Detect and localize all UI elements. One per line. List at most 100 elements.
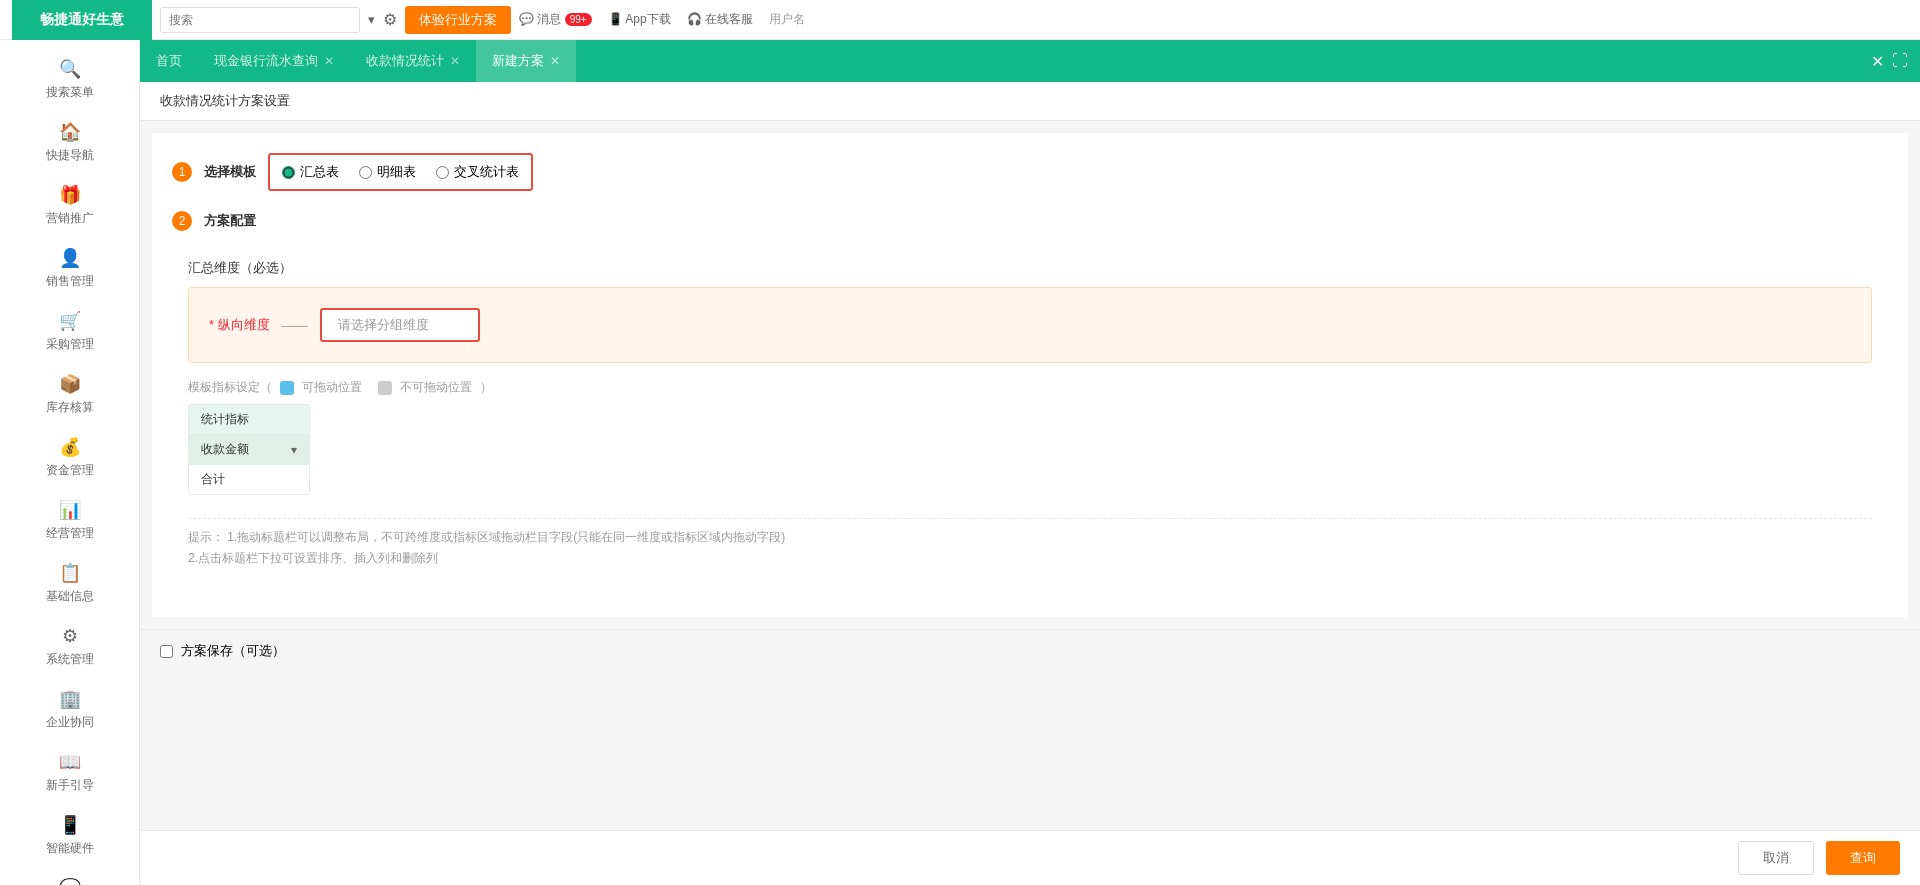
- main-layout: 🔍 搜索菜单 🏠 快捷导航 🎁 营销推广 👤 销售管理 🛒 采购管理 📦 库存核…: [0, 40, 1920, 885]
- tab-bar: 首页 现金银行流水查询 ✕ 收款情况统计 ✕ 新建方案 ✕ ✕ ⛶: [140, 40, 1920, 82]
- cancel-button[interactable]: 取消: [1738, 841, 1814, 875]
- step2-section: 2 方案配置 汇总维度（必选） * 纵向维度 —— 请选择分组维度: [172, 211, 1888, 597]
- tab-receipt-stats-close[interactable]: ✕: [450, 54, 460, 68]
- template-selection: 汇总表 明细表 交叉统计表: [268, 153, 533, 191]
- sidebar-label-operations: 经营管理: [46, 525, 94, 542]
- radio-summary-input[interactable]: [282, 166, 295, 179]
- gift-icon: 🎁: [59, 184, 81, 206]
- radio-cross-label: 交叉统计表: [454, 163, 519, 181]
- user-icon: 👤: [59, 247, 81, 269]
- sidebar-item-quick-nav[interactable]: 🏠 快捷导航: [0, 111, 139, 174]
- radio-cross-input[interactable]: [436, 166, 449, 179]
- radio-cross[interactable]: 交叉统计表: [436, 163, 519, 181]
- sidebar-label-hardware: 智能硬件: [46, 840, 94, 857]
- hint-2: 2.点击标题栏下拉可设置排序、插入列和删除列: [188, 550, 1872, 567]
- content-area: 首页 现金银行流水查询 ✕ 收款情况统计 ✕ 新建方案 ✕ ✕ ⛶ 收款情况统计…: [140, 40, 1920, 885]
- sidebar-item-guide[interactable]: 📖 新手引导: [0, 741, 139, 804]
- dim-title: 汇总维度（必选）: [188, 259, 1872, 277]
- radio-summary-label: 汇总表: [300, 163, 339, 181]
- page-content: 收款情况统计方案设置 1 选择模板 汇总表 明细表: [140, 82, 1920, 830]
- radio-summary[interactable]: 汇总表: [282, 163, 339, 181]
- logo: 畅捷通好生意: [12, 0, 152, 40]
- save-checkbox[interactable]: [160, 645, 173, 658]
- stats-col-dropdown-icon[interactable]: ▾: [291, 443, 297, 457]
- sidebar-label-marketing: 营销推广: [46, 210, 94, 227]
- building-icon: 🏢: [59, 688, 81, 710]
- vertical-dim-row: * 纵向维度 —— 请选择分组维度: [209, 308, 1851, 342]
- app-download[interactable]: 📱 App下载: [608, 11, 671, 28]
- tab-bank-flow[interactable]: 现金银行流水查询 ✕: [198, 40, 350, 82]
- sidebar-item-inventory[interactable]: 📦 库存核算: [0, 363, 139, 426]
- step1-badge: 1: [172, 162, 192, 182]
- sidebar-item-purchase[interactable]: 🛒 采购管理: [0, 300, 139, 363]
- sidebar-label-enterprise: 企业协同: [46, 714, 94, 731]
- query-button[interactable]: 查询: [1826, 841, 1900, 875]
- step2-label: 方案配置: [204, 212, 256, 230]
- top-bar: 畅捷通好生意 ▾ ⚙ 体验行业方案 💬 消息 99+ 📱 App下载 🎧 在线客…: [0, 0, 1920, 40]
- sidebar-label-quick-nav: 快捷导航: [46, 147, 94, 164]
- sidebar-label-guide: 新手引导: [46, 777, 94, 794]
- sidebar-label-system: 系统管理: [46, 651, 94, 668]
- step2-header: 2 方案配置: [172, 211, 1888, 231]
- save-label[interactable]: 方案保存（可选）: [181, 642, 285, 660]
- box-icon: 📦: [59, 373, 81, 395]
- sidebar-label-basic-info: 基础信息: [46, 588, 94, 605]
- sidebar-item-hardware[interactable]: 📱 智能硬件: [0, 804, 139, 867]
- sidebar-item-finance[interactable]: 💰 资金管理: [0, 426, 139, 489]
- sidebar-item-basic-info[interactable]: 📋 基础信息: [0, 552, 139, 615]
- user-info[interactable]: 用户名: [769, 11, 805, 28]
- drag-dot-blue: [280, 381, 294, 395]
- radio-detail[interactable]: 明细表: [359, 163, 416, 181]
- sidebar-item-marketing[interactable]: 🎁 营销推广: [0, 174, 139, 237]
- sidebar-item-sales[interactable]: 👤 销售管理: [0, 237, 139, 300]
- tab-bank-flow-label: 现金银行流水查询: [214, 52, 318, 70]
- sidebar-item-system[interactable]: ⚙ 系统管理: [0, 615, 139, 678]
- search-icon: 🔍: [59, 58, 81, 80]
- stats-header: 统计指标: [189, 405, 309, 435]
- tab-receipt-stats-label: 收款情况统计: [366, 52, 444, 70]
- tab-new-plan-close[interactable]: ✕: [550, 54, 560, 68]
- stats-body: 合计: [189, 465, 309, 494]
- book-icon: 📖: [59, 751, 81, 773]
- radio-detail-input[interactable]: [359, 166, 372, 179]
- step1-row: 1 选择模板 汇总表 明细表 交叉统计表: [172, 153, 1888, 191]
- tab-bank-flow-close[interactable]: ✕: [324, 54, 334, 68]
- sidebar-item-enterprise[interactable]: 🏢 企业协同: [0, 678, 139, 741]
- step2-badge: 2: [172, 211, 192, 231]
- notification-area[interactable]: 💬 消息 99+: [519, 11, 592, 28]
- tab-home[interactable]: 首页: [140, 40, 198, 82]
- notification-badge: 99+: [565, 13, 592, 26]
- footer-bar: 取消 查询: [140, 830, 1920, 885]
- page-title: 收款情况统计方案设置: [160, 93, 290, 108]
- radio-detail-label: 明细表: [377, 163, 416, 181]
- no-drag-label: 不可拖动位置: [400, 379, 472, 396]
- tab-expand-icon[interactable]: ⛶: [1892, 52, 1908, 70]
- save-section: 方案保存（可选）: [140, 629, 1920, 672]
- stats-col-header[interactable]: 收款金额 ▾: [189, 435, 309, 465]
- cart-icon: 🛒: [59, 310, 81, 332]
- sidebar-item-search-menu[interactable]: 🔍 搜索菜单: [0, 48, 139, 111]
- online-chat[interactable]: 🎧 在线客服: [687, 11, 753, 28]
- tab-close-all-icon[interactable]: ✕: [1871, 52, 1884, 71]
- sidebar-item-wechat[interactable]: 💬 企业微信: [0, 867, 139, 885]
- sidebar-label-inventory: 库存核算: [46, 399, 94, 416]
- sidebar-item-operations[interactable]: 📊 经营管理: [0, 489, 139, 552]
- top-bar-right: 💬 消息 99+ 📱 App下载 🎧 在线客服 用户名: [519, 11, 805, 28]
- select-dim-dropdown[interactable]: 请选择分组维度: [320, 308, 480, 342]
- hint-text: 提示： 1.拖动标题栏可以调整布局，不可跨维度或指标区域拖动栏目字段(只能在同一…: [188, 518, 1872, 581]
- step1-label: 选择模板: [204, 163, 256, 181]
- tab-new-plan-label: 新建方案: [492, 52, 544, 70]
- drag-label: 可拖动位置: [302, 379, 362, 396]
- drag-hint: 模板指标设定（ 可拖动位置 不可拖动位置 ）: [188, 379, 1872, 396]
- gear-icon[interactable]: ⚙: [383, 10, 397, 29]
- drag-dot-gray: [378, 381, 392, 395]
- tab-new-plan[interactable]: 新建方案 ✕: [476, 40, 576, 82]
- stats-header-label: 统计指标: [201, 411, 249, 428]
- stats-table: 统计指标 收款金额 ▾ 合计: [188, 404, 310, 495]
- tab-receipt-stats[interactable]: 收款情况统计 ✕: [350, 40, 476, 82]
- phone-icon: 📱: [59, 814, 81, 836]
- search-input[interactable]: [160, 7, 360, 33]
- select-dim-placeholder: 请选择分组维度: [338, 317, 429, 332]
- chevron-down-icon[interactable]: ▾: [368, 12, 375, 27]
- industry-btn[interactable]: 体验行业方案: [405, 6, 511, 34]
